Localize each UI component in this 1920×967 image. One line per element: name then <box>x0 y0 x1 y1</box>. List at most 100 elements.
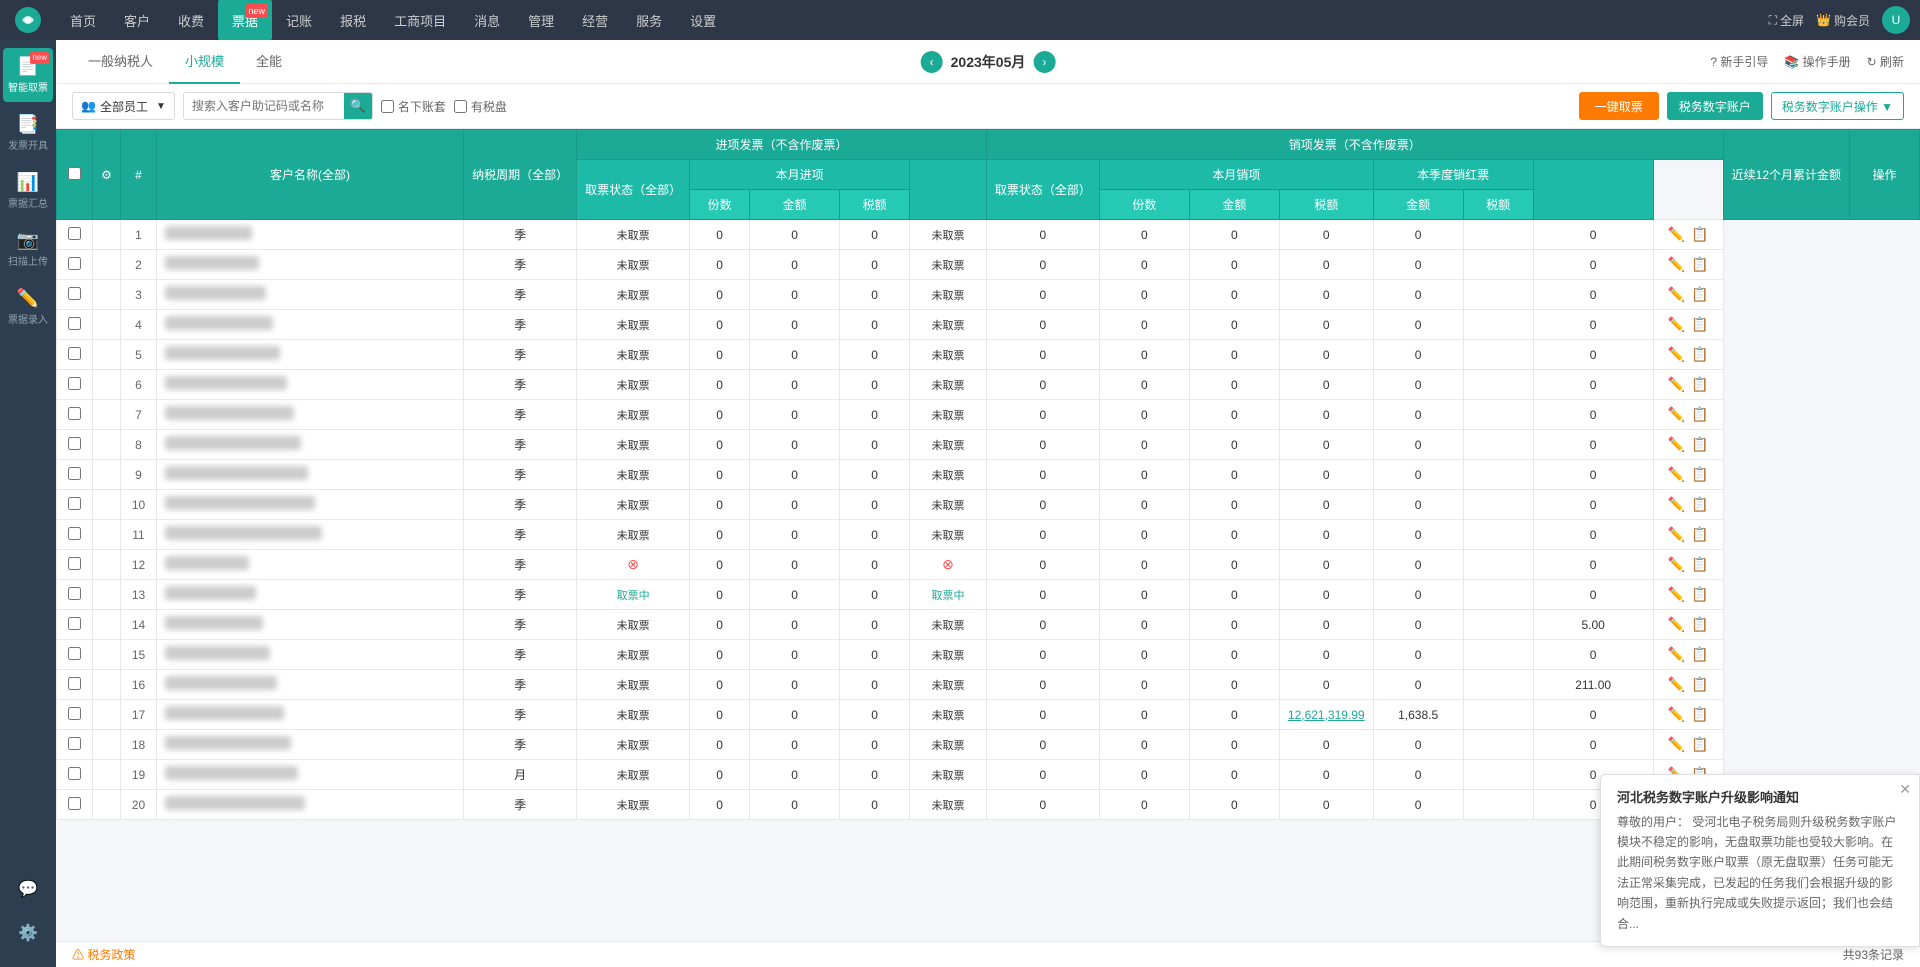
copy-icon[interactable]: 📋 <box>1691 526 1708 543</box>
row-checkbox[interactable] <box>68 737 81 750</box>
row-checkbox[interactable] <box>68 227 81 240</box>
notification-close-btn[interactable]: ✕ <box>1899 781 1911 798</box>
copy-icon[interactable]: 📋 <box>1691 226 1708 243</box>
copy-icon[interactable]: 📋 <box>1691 466 1708 483</box>
nav-item-客户[interactable]: 客户 <box>110 0 164 40</box>
edit-icon[interactable]: ✏️ <box>1668 556 1685 573</box>
row-checkbox[interactable] <box>68 527 81 540</box>
edit-icon[interactable]: ✏️ <box>1668 286 1685 303</box>
row-checkbox[interactable] <box>68 767 81 780</box>
nav-item-收费[interactable]: 收费 <box>164 0 218 40</box>
avatar[interactable]: U <box>1882 6 1910 34</box>
edit-icon[interactable]: ✏️ <box>1668 586 1685 603</box>
edit-icon[interactable]: ✏️ <box>1668 526 1685 543</box>
employee-select[interactable]: 👥 全部员工 ▼ <box>72 92 175 120</box>
copy-icon[interactable]: 📋 <box>1691 556 1708 573</box>
tax-disk-checkbox[interactable] <box>454 100 467 113</box>
nav-item-记账[interactable]: 记账 <box>272 0 326 40</box>
row-checkbox[interactable] <box>68 407 81 420</box>
row-checkbox[interactable] <box>68 467 81 480</box>
select-all-checkbox[interactable] <box>68 167 81 180</box>
nav-item-消息[interactable]: 消息 <box>460 0 514 40</box>
prev-month-btn[interactable]: ‹ <box>921 51 943 73</box>
sidebar-item-票据汇总[interactable]: 📊票据汇总 <box>3 164 53 218</box>
digital-account-ops-btn[interactable]: 税务数字账户操作 ▼ <box>1771 92 1904 120</box>
row-checkbox[interactable] <box>68 797 81 810</box>
copy-icon[interactable]: 📋 <box>1691 676 1708 693</box>
row-checkbox[interactable] <box>68 317 81 330</box>
row-checkbox[interactable] <box>68 587 81 600</box>
copy-icon[interactable]: 📋 <box>1691 316 1708 333</box>
member-btn[interactable]: 👑 购会员 <box>1816 12 1870 29</box>
sub-tab-全能[interactable]: 全能 <box>240 40 298 84</box>
edit-icon[interactable]: ✏️ <box>1668 676 1685 693</box>
row-checkbox[interactable] <box>68 437 81 450</box>
nav-item-报税[interactable]: 报税 <box>326 0 380 40</box>
row-checkbox[interactable] <box>68 617 81 630</box>
edit-icon[interactable]: ✏️ <box>1668 616 1685 633</box>
search-input[interactable] <box>184 92 344 120</box>
edit-icon[interactable]: ✏️ <box>1668 346 1685 363</box>
edit-icon[interactable]: ✏️ <box>1668 646 1685 663</box>
edit-icon[interactable]: ✏️ <box>1668 436 1685 453</box>
copy-icon[interactable]: 📋 <box>1691 406 1708 423</box>
tax-policy-link[interactable]: ⚠ 税务政策 <box>72 946 135 963</box>
copy-icon[interactable]: 📋 <box>1691 646 1708 663</box>
one-click-btn[interactable]: 一键取票 <box>1579 92 1659 120</box>
row-checkbox[interactable] <box>68 347 81 360</box>
nav-item-管理[interactable]: 管理 <box>514 0 568 40</box>
sub-tab-一般纳税人[interactable]: 一般纳税人 <box>72 40 169 84</box>
sidebar-bottom-settings[interactable]: ⚙️ <box>10 915 46 951</box>
manual-btn[interactable]: 📚 操作手册 <box>1784 53 1850 70</box>
digital-account-btn[interactable]: 税务数字账户 <box>1667 92 1763 120</box>
copy-icon[interactable]: 📋 <box>1691 496 1708 513</box>
nav-item-服务[interactable]: 服务 <box>622 0 676 40</box>
row-checkbox[interactable] <box>68 707 81 720</box>
copy-icon[interactable]: 📋 <box>1691 346 1708 363</box>
row-checkbox[interactable] <box>68 377 81 390</box>
nav-item-首页[interactable]: 首页 <box>56 0 110 40</box>
copy-icon[interactable]: 📋 <box>1691 586 1708 603</box>
next-month-btn[interactable]: › <box>1033 51 1055 73</box>
edit-icon[interactable]: ✏️ <box>1668 256 1685 273</box>
tax-disk-checkbox-label[interactable]: 有税盘 <box>454 98 507 115</box>
sidebar-item-智能取票[interactable]: 📄智能取票new <box>3 48 53 102</box>
guide-btn[interactable]: ? 新手引导 <box>1710 53 1768 70</box>
edit-icon[interactable]: ✏️ <box>1668 376 1685 393</box>
row-checkbox[interactable] <box>68 287 81 300</box>
nav-item-票据[interactable]: 票据new <box>218 0 272 40</box>
sub-tab-小规模[interactable]: 小规模 <box>169 40 240 84</box>
copy-icon[interactable]: 📋 <box>1691 436 1708 453</box>
edit-icon[interactable]: ✏️ <box>1668 466 1685 483</box>
nav-item-设置[interactable]: 设置 <box>676 0 730 40</box>
search-button[interactable]: 🔍 <box>344 92 372 120</box>
sidebar-bottom-message[interactable]: 💬 <box>10 871 46 907</box>
row-checkbox[interactable] <box>68 257 81 270</box>
edit-icon[interactable]: ✏️ <box>1668 706 1685 723</box>
copy-icon[interactable]: 📋 <box>1691 616 1708 633</box>
row-index: 18 <box>121 730 157 760</box>
edit-icon[interactable]: ✏️ <box>1668 736 1685 753</box>
row-checkbox[interactable] <box>68 557 81 570</box>
row-checkbox[interactable] <box>68 647 81 660</box>
copy-icon[interactable]: 📋 <box>1691 376 1708 393</box>
ledger-checkbox[interactable] <box>381 100 394 113</box>
edit-icon[interactable]: ✏️ <box>1668 496 1685 513</box>
copy-icon[interactable]: 📋 <box>1691 706 1708 723</box>
row-checkbox[interactable] <box>68 497 81 510</box>
copy-icon[interactable]: 📋 <box>1691 256 1708 273</box>
nav-item-工商项目[interactable]: 工商项目 <box>380 0 460 40</box>
edit-icon[interactable]: ✏️ <box>1668 316 1685 333</box>
fullscreen-btn[interactable]: ⛶ 全屏 <box>1769 12 1804 29</box>
edit-icon[interactable]: ✏️ <box>1668 406 1685 423</box>
ledger-checkbox-label[interactable]: 名下账套 <box>381 98 446 115</box>
edit-icon[interactable]: ✏️ <box>1668 226 1685 243</box>
nav-item-经营[interactable]: 经营 <box>568 0 622 40</box>
row-checkbox[interactable] <box>68 677 81 690</box>
refresh-btn[interactable]: ↻ 刷新 <box>1867 53 1904 70</box>
sidebar-item-发票开具[interactable]: 📑发票开具 <box>3 106 53 160</box>
copy-icon[interactable]: 📋 <box>1691 736 1708 753</box>
sidebar-item-扫描上传[interactable]: 📷扫描上传 <box>3 222 53 276</box>
sidebar-item-票据录入[interactable]: ✏️票据录入 <box>3 280 53 334</box>
copy-icon[interactable]: 📋 <box>1691 286 1708 303</box>
